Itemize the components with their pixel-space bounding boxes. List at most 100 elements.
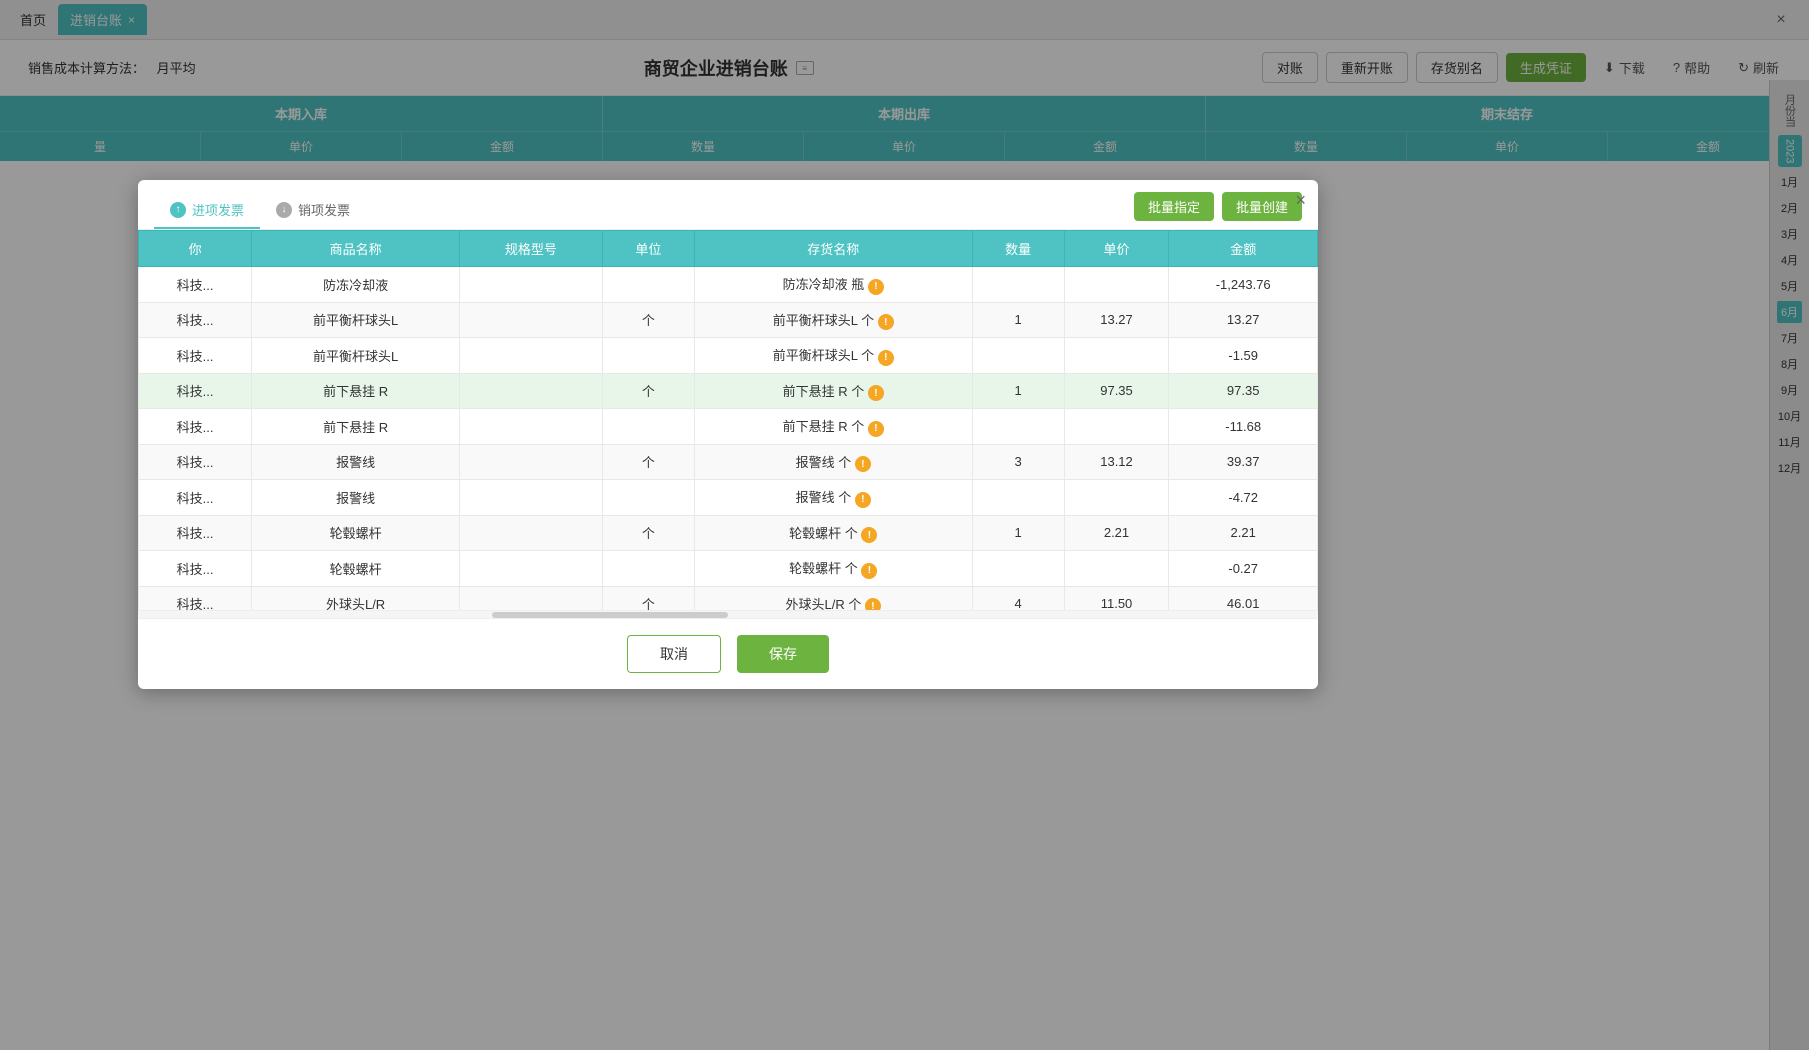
cell-quantity xyxy=(972,551,1064,587)
cell-spec xyxy=(460,267,603,303)
cell-amount: 13.27 xyxy=(1169,302,1318,338)
cell-quantity xyxy=(972,480,1064,516)
cell-inventory: 轮毂螺杆 个 ! xyxy=(694,551,972,587)
save-button[interactable]: 保存 xyxy=(737,635,829,673)
th-quantity: 数量 xyxy=(972,231,1064,267)
cell-inventory: 前下悬挂 R 个 ! xyxy=(694,409,972,445)
warning-icon: ! xyxy=(861,563,877,579)
cell-unit: 个 xyxy=(602,444,694,480)
th-product-name: 商品名称 xyxy=(252,231,460,267)
table-row[interactable]: 科技... 前下悬挂 R 前下悬挂 R 个 ! -11.68 xyxy=(139,409,1318,445)
table-row[interactable]: 科技... 前下悬挂 R 个 前下悬挂 R 个 ! 1 97.35 97.35 xyxy=(139,373,1318,409)
table-row[interactable]: 科技... 前平衡杆球头L 前平衡杆球头L 个 ! -1.59 xyxy=(139,338,1318,374)
table-row[interactable]: 科技... 轮毂螺杆 个 轮毂螺杆 个 ! 1 2.21 2.21 xyxy=(139,515,1318,551)
warning-icon: ! xyxy=(865,598,881,610)
cell-amount: -0.27 xyxy=(1169,551,1318,587)
cell-quantity: 3 xyxy=(972,444,1064,480)
cell-inventory: 防冻冷却液 瓶 ! xyxy=(694,267,972,303)
cell-product: 报警线 xyxy=(252,480,460,516)
tab-in-invoice[interactable]: ↑ 进项发票 xyxy=(154,192,260,229)
cell-inventory: 前平衡杆球头L 个 ! xyxy=(694,302,972,338)
cell-product: 前下悬挂 R xyxy=(252,409,460,445)
table-row[interactable]: 科技... 报警线 个 报警线 个 ! 3 13.12 39.37 xyxy=(139,444,1318,480)
modal-close-button[interactable]: × xyxy=(1295,190,1306,211)
warning-icon: ! xyxy=(855,456,871,472)
cell-inventory: 轮毂螺杆 个 ! xyxy=(694,515,972,551)
batch-create-button[interactable]: 批量创建 xyxy=(1222,192,1302,221)
table-row[interactable]: 科技... 防冻冷却液 防冻冷却液 瓶 ! -1,243.76 xyxy=(139,267,1318,303)
cell-inventory: 前下悬挂 R 个 ! xyxy=(694,373,972,409)
horizontal-scrollbar[interactable] xyxy=(138,610,1318,618)
cancel-button[interactable]: 取消 xyxy=(627,635,721,673)
warning-icon: ! xyxy=(855,492,871,508)
cell-amount: 97.35 xyxy=(1169,373,1318,409)
th-unit-price: 单价 xyxy=(1064,231,1169,267)
cell-unit xyxy=(602,480,694,516)
cell-spec xyxy=(460,586,603,610)
scrollbar-thumb xyxy=(492,612,728,618)
th-company: 你 xyxy=(139,231,252,267)
warning-icon: ! xyxy=(868,385,884,401)
tab-out-invoice[interactable]: ↓ 销项发票 xyxy=(260,192,366,229)
cell-product: 报警线 xyxy=(252,444,460,480)
table-row[interactable]: 科技... 报警线 报警线 个 ! -4.72 xyxy=(139,480,1318,516)
cell-product: 前下悬挂 R xyxy=(252,373,460,409)
modal-table: 你 商品名称 规格型号 单位 存货名称 数量 单价 金额 科技... 防冻冷却液… xyxy=(138,230,1318,610)
cell-company: 科技... xyxy=(139,480,252,516)
cell-unit-price xyxy=(1064,480,1169,516)
modal-footer: 取消 保存 xyxy=(138,618,1318,689)
th-spec: 规格型号 xyxy=(460,231,603,267)
table-row[interactable]: 科技... 外球头L/R 个 外球头L/R 个 ! 4 11.50 46.01 xyxy=(139,586,1318,610)
cell-unit-price xyxy=(1064,267,1169,303)
cell-spec xyxy=(460,409,603,445)
cell-unit: 个 xyxy=(602,373,694,409)
cell-spec xyxy=(460,444,603,480)
cell-amount: 39.37 xyxy=(1169,444,1318,480)
batch-assign-button[interactable]: 批量指定 xyxy=(1134,192,1214,221)
in-invoice-label: 进项发票 xyxy=(192,200,244,219)
cell-spec xyxy=(460,373,603,409)
table-row[interactable]: 科技... 轮毂螺杆 轮毂螺杆 个 ! -0.27 xyxy=(139,551,1318,587)
cell-unit-price xyxy=(1064,409,1169,445)
cell-unit-price xyxy=(1064,338,1169,374)
cell-unit-price: 13.12 xyxy=(1064,444,1169,480)
cell-quantity: 1 xyxy=(972,373,1064,409)
cell-unit-price: 13.27 xyxy=(1064,302,1169,338)
table-row[interactable]: 科技... 前平衡杆球头L 个 前平衡杆球头L 个 ! 1 13.27 13.2… xyxy=(139,302,1318,338)
cell-spec xyxy=(460,515,603,551)
th-inventory-name: 存货名称 xyxy=(694,231,972,267)
cell-unit xyxy=(602,338,694,374)
cell-unit: 个 xyxy=(602,586,694,610)
cell-amount: -1,243.76 xyxy=(1169,267,1318,303)
cell-amount: 46.01 xyxy=(1169,586,1318,610)
cell-unit xyxy=(602,551,694,587)
cell-company: 科技... xyxy=(139,302,252,338)
cell-company: 科技... xyxy=(139,373,252,409)
cell-quantity: 4 xyxy=(972,586,1064,610)
cell-quantity: 1 xyxy=(972,515,1064,551)
cell-product: 轮毂螺杆 xyxy=(252,551,460,587)
cell-product: 前平衡杆球头L xyxy=(252,338,460,374)
cell-unit-price: 11.50 xyxy=(1064,586,1169,610)
cell-company: 科技... xyxy=(139,338,252,374)
warning-icon: ! xyxy=(868,279,884,295)
cell-spec xyxy=(460,338,603,374)
cell-unit-price xyxy=(1064,551,1169,587)
cell-amount: -1.59 xyxy=(1169,338,1318,374)
cell-company: 科技... xyxy=(139,551,252,587)
cell-product: 前平衡杆球头L xyxy=(252,302,460,338)
cell-quantity: 1 xyxy=(972,302,1064,338)
modal-header: ↑ 进项发票 ↓ 销项发票 批量指定 批量创建 xyxy=(138,180,1318,230)
cell-quantity xyxy=(972,267,1064,303)
cell-inventory: 报警线 个 ! xyxy=(694,444,972,480)
cell-product: 防冻冷却液 xyxy=(252,267,460,303)
cell-unit xyxy=(602,409,694,445)
modal-header-btns: 批量指定 批量创建 xyxy=(1134,192,1302,229)
cell-quantity xyxy=(972,409,1064,445)
modal-table-scroll[interactable]: 你 商品名称 规格型号 单位 存货名称 数量 单价 金额 科技... 防冻冷却液… xyxy=(138,230,1318,610)
warning-icon: ! xyxy=(868,421,884,437)
cell-amount: -11.68 xyxy=(1169,409,1318,445)
cell-company: 科技... xyxy=(139,409,252,445)
out-invoice-label: 销项发票 xyxy=(298,200,350,219)
cell-inventory: 前平衡杆球头L 个 ! xyxy=(694,338,972,374)
